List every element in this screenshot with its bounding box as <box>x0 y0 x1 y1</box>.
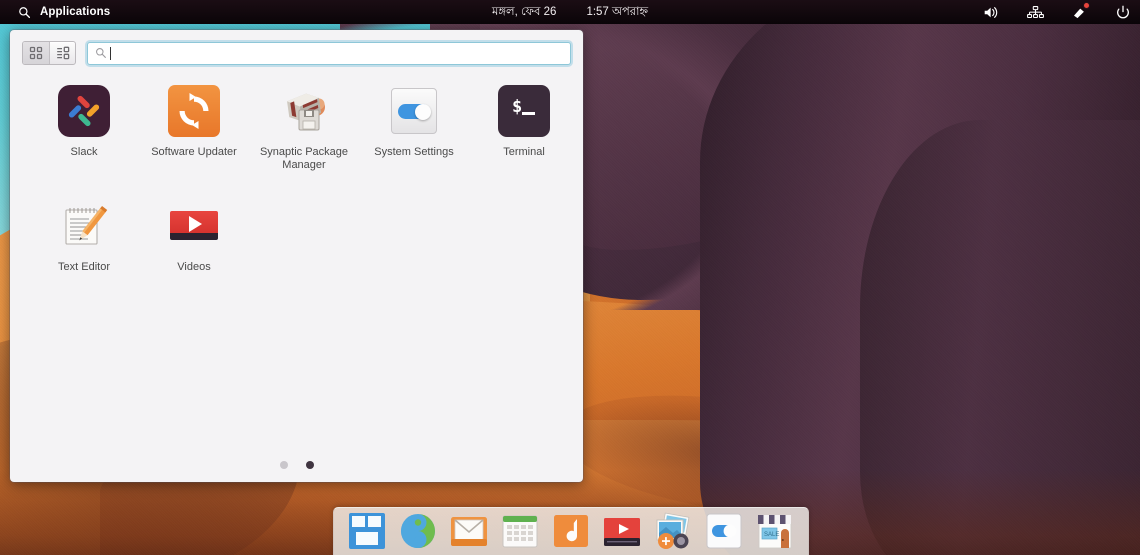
top-panel: Applications মঙ্গল, ফেব 26 1:57 অপরাহ্ন <box>0 0 1140 24</box>
system-settings-icon <box>388 85 440 137</box>
app-item-terminal[interactable]: $ Terminal <box>469 81 579 174</box>
software-updater-icon <box>168 85 220 137</box>
dock-item-calendar[interactable] <box>500 511 540 551</box>
videos-icon <box>168 200 220 252</box>
app-label: Text Editor <box>58 261 110 273</box>
dock-item-mail[interactable] <box>449 511 489 551</box>
dock-item-system-settings[interactable] <box>704 511 744 551</box>
dock: SALE <box>333 507 809 555</box>
grid-view-button[interactable] <box>23 42 49 64</box>
notification-bell-icon[interactable] <box>1070 2 1090 21</box>
list-view-button[interactable] <box>49 42 75 64</box>
search-icon <box>95 47 107 59</box>
app-label: Slack <box>70 146 98 158</box>
dock-item-appcenter[interactable]: SALE <box>755 511 795 551</box>
slack-icon <box>58 85 110 137</box>
page-dot-1[interactable] <box>279 461 288 469</box>
dock-item-music[interactable] <box>551 511 591 551</box>
search-text-field[interactable] <box>117 47 563 59</box>
page-dot-2[interactable] <box>305 461 314 469</box>
svg-text:SALE: SALE <box>764 532 779 538</box>
svg-text:$: $ <box>512 97 522 117</box>
app-item-synaptic-package-manager[interactable]: Synaptic Package Manager <box>249 81 359 174</box>
notification-badge <box>1083 2 1090 9</box>
synaptic-package-manager-icon <box>278 85 330 137</box>
network-wired-icon[interactable] <box>1026 3 1044 21</box>
app-item-slack[interactable]: Slack <box>29 81 139 174</box>
panel-time: 1:57 অপরাহ্ন <box>586 5 648 18</box>
search-input[interactable] <box>87 41 571 65</box>
dock-item-photos[interactable] <box>653 511 693 551</box>
terminal-icon: $ <box>498 85 550 137</box>
app-label: Synaptic Package Manager <box>259 146 349 171</box>
view-mode-toggle <box>22 41 76 65</box>
power-icon[interactable] <box>1114 3 1132 21</box>
app-item-system-settings[interactable]: System Settings <box>359 81 469 174</box>
application-launcher-panel: Slack Software Updater Synaptic Package … <box>10 30 583 482</box>
dock-item-window-switcher[interactable] <box>347 511 387 551</box>
app-item-text-editor[interactable]: Text Editor <box>29 196 139 276</box>
text-caret <box>110 46 111 60</box>
launcher-header <box>10 30 583 65</box>
panel-date: মঙ্গল, ফেব 26 <box>492 5 557 18</box>
dock-item-web-browser[interactable] <box>398 511 438 551</box>
application-grid: Slack Software Updater Synaptic Package … <box>10 65 583 276</box>
app-label: Videos <box>177 261 211 273</box>
launcher-page-indicator <box>10 461 583 469</box>
app-item-videos[interactable]: Videos <box>139 196 249 276</box>
app-item-software-updater[interactable]: Software Updater <box>139 81 249 174</box>
app-label: System Settings <box>374 146 454 158</box>
app-label: Software Updater <box>151 146 237 158</box>
dock-item-videos[interactable] <box>602 511 642 551</box>
app-label: Terminal <box>503 146 545 158</box>
panel-clock[interactable]: মঙ্গল, ফেব 26 1:57 অপরাহ্ন <box>0 3 1140 22</box>
text-editor-icon <box>58 200 110 252</box>
volume-icon[interactable] <box>982 3 1000 21</box>
